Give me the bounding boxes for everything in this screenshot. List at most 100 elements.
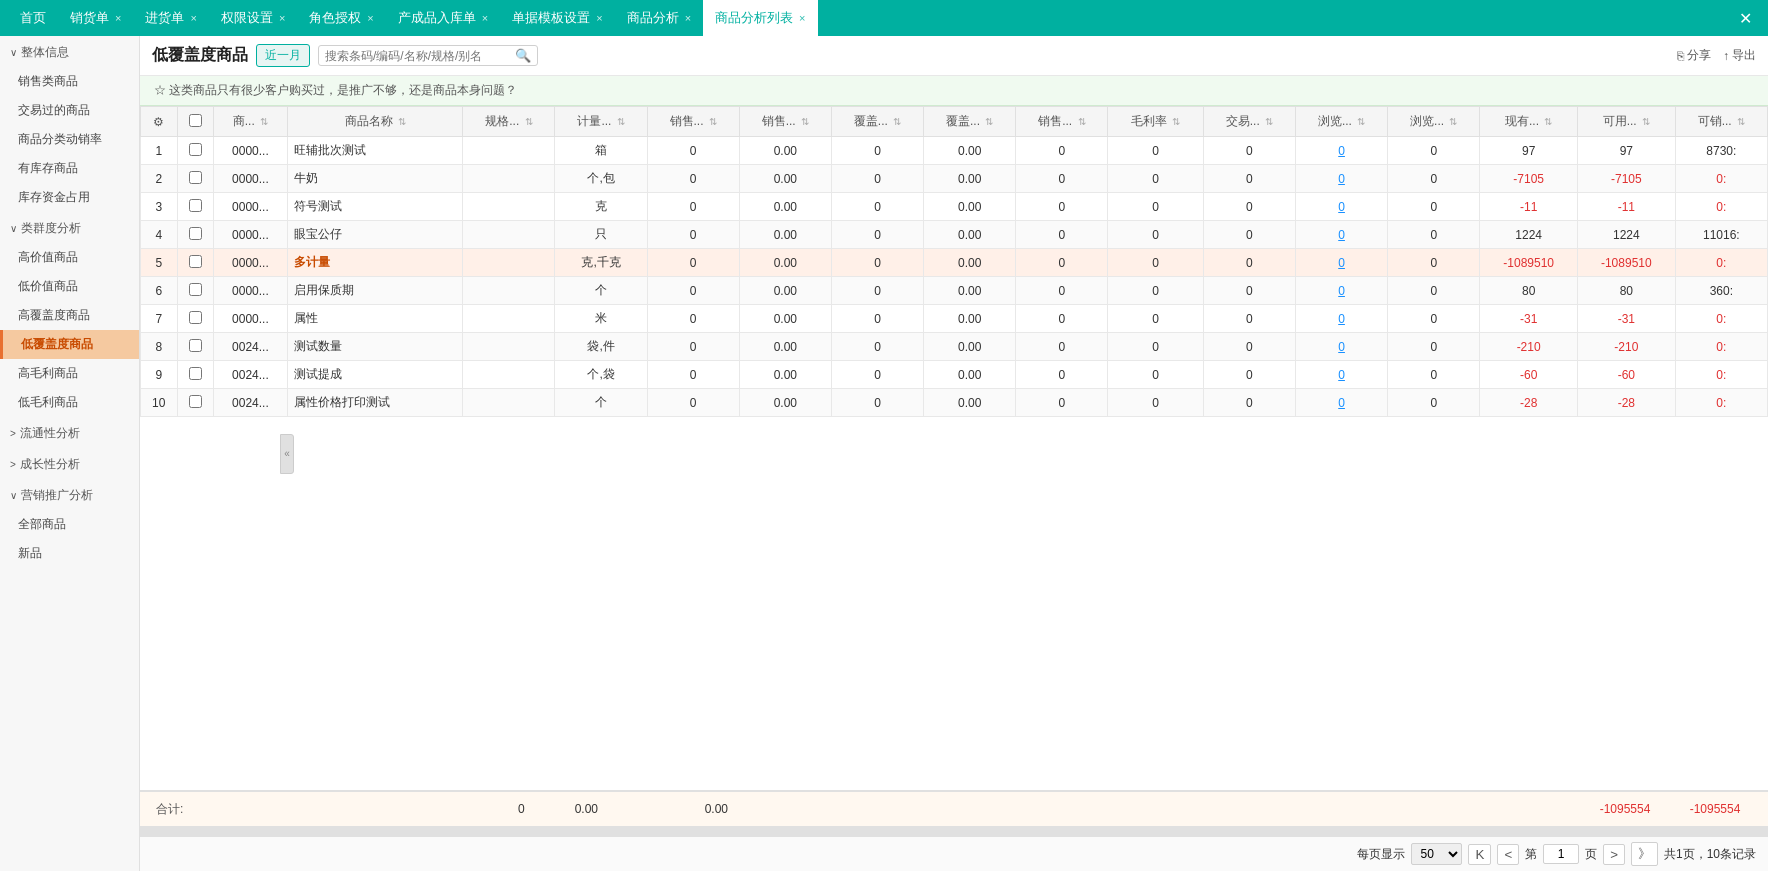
sidebar-item-all-goods[interactable]: 全部商品: [0, 510, 139, 539]
row-checkbox[interactable]: [189, 255, 202, 268]
cell-checkbox[interactable]: [177, 249, 213, 277]
page-number-input[interactable]: [1543, 844, 1579, 864]
row-checkbox[interactable]: [189, 227, 202, 240]
nav-template-settings[interactable]: 单据模板设置 ×: [500, 0, 614, 36]
th-code[interactable]: 商... ⇅: [213, 107, 288, 137]
page-title: 低覆盖度商品: [152, 45, 248, 66]
sidebar-section-circulation[interactable]: > 流通性分析: [0, 417, 139, 448]
sidebar-item-high-profit[interactable]: 高毛利商品: [0, 359, 139, 388]
close-icon[interactable]: ×: [685, 12, 691, 24]
cell-browse1[interactable]: 0: [1296, 361, 1388, 389]
sidebar-item-high-value[interactable]: 高价值商品: [0, 243, 139, 272]
next-page-button[interactable]: >: [1603, 844, 1625, 865]
cell-checkbox[interactable]: [177, 389, 213, 417]
th-sales3[interactable]: 销售... ⇅: [1016, 107, 1108, 137]
share-button[interactable]: ⎘ 分享: [1677, 47, 1711, 64]
cell-gross: 0: [1108, 249, 1203, 277]
cell-checkbox[interactable]: [177, 137, 213, 165]
row-checkbox[interactable]: [189, 143, 202, 156]
row-checkbox[interactable]: [189, 395, 202, 408]
th-spec[interactable]: 规格... ⇅: [463, 107, 555, 137]
window-close-button[interactable]: ✕: [1731, 9, 1760, 28]
nav-product-analysis-list[interactable]: 商品分析列表 ×: [703, 0, 817, 36]
cell-browse1[interactable]: 0: [1296, 165, 1388, 193]
period-button[interactable]: 近一月: [256, 44, 310, 67]
row-checkbox[interactable]: [189, 339, 202, 352]
close-icon[interactable]: ×: [482, 12, 488, 24]
select-all-checkbox[interactable]: [189, 114, 202, 127]
th-settings[interactable]: ⚙: [141, 107, 178, 137]
close-icon[interactable]: ×: [799, 12, 805, 24]
cell-browse1[interactable]: 0: [1296, 249, 1388, 277]
close-icon[interactable]: ×: [596, 12, 602, 24]
nav-permission-settings[interactable]: 权限设置 ×: [209, 0, 297, 36]
row-checkbox[interactable]: [189, 171, 202, 184]
th-unit[interactable]: 计量... ⇅: [555, 107, 647, 137]
sidebar-item-traded-goods[interactable]: 交易过的商品: [0, 96, 139, 125]
sidebar-item-inventory-capital[interactable]: 库存资金占用: [0, 183, 139, 212]
nav-purchase-order[interactable]: 进货单 ×: [133, 0, 208, 36]
sidebar-item-new-goods[interactable]: 新品: [0, 539, 139, 568]
first-page-button[interactable]: K: [1468, 844, 1491, 865]
prev-page-button[interactable]: <: [1497, 844, 1519, 865]
th-sales-amt[interactable]: 销售... ⇅: [739, 107, 831, 137]
cell-checkbox[interactable]: [177, 333, 213, 361]
nav-product-analysis[interactable]: 商品分析 ×: [615, 0, 703, 36]
nav-sales-order[interactable]: 销货单 ×: [58, 0, 133, 36]
cell-browse1[interactable]: 0: [1296, 333, 1388, 361]
cell-browse1[interactable]: 0: [1296, 277, 1388, 305]
cell-checkbox[interactable]: [177, 361, 213, 389]
cell-browse1[interactable]: 0: [1296, 389, 1388, 417]
row-checkbox[interactable]: [189, 311, 202, 324]
sidebar-collapse-button[interactable]: «: [280, 434, 294, 474]
sidebar-section-marketing[interactable]: ∨ 营销推广分析: [0, 479, 139, 510]
th-browse1[interactable]: 浏览... ⇅: [1296, 107, 1388, 137]
cell-browse1[interactable]: 0: [1296, 137, 1388, 165]
row-checkbox[interactable]: [189, 199, 202, 212]
sidebar-section-growth[interactable]: > 成长性分析: [0, 448, 139, 479]
th-checkbox[interactable]: [177, 107, 213, 137]
th-cover2[interactable]: 覆盖... ⇅: [924, 107, 1016, 137]
close-icon[interactable]: ×: [279, 12, 285, 24]
row-checkbox[interactable]: [189, 283, 202, 296]
th-cover1[interactable]: 覆盖... ⇅: [831, 107, 923, 137]
horizontal-scrollbar[interactable]: [140, 826, 1768, 836]
sidebar-item-inventory-goods[interactable]: 有库存商品: [0, 154, 139, 183]
sidebar-item-low-profit[interactable]: 低毛利商品: [0, 388, 139, 417]
th-trade[interactable]: 交易... ⇅: [1203, 107, 1295, 137]
th-saleable[interactable]: 可销... ⇅: [1675, 107, 1767, 137]
cell-checkbox[interactable]: [177, 221, 213, 249]
close-icon[interactable]: ×: [367, 12, 373, 24]
search-input[interactable]: [325, 49, 515, 63]
cell-checkbox[interactable]: [177, 193, 213, 221]
th-browse2[interactable]: 浏览... ⇅: [1388, 107, 1480, 137]
nav-product-inbound[interactable]: 产成品入库单 ×: [386, 0, 500, 36]
row-checkbox[interactable]: [189, 367, 202, 380]
cell-checkbox[interactable]: [177, 277, 213, 305]
sidebar-section-coverage[interactable]: ∨ 类群度分析: [0, 212, 139, 243]
th-sales-qty[interactable]: 销售... ⇅: [647, 107, 739, 137]
sidebar-item-category-turnover[interactable]: 商品分类动销率: [0, 125, 139, 154]
cell-checkbox[interactable]: [177, 165, 213, 193]
nav-home[interactable]: 首页: [8, 0, 58, 36]
th-current[interactable]: 现有... ⇅: [1480, 107, 1578, 137]
nav-role-auth[interactable]: 角色授权 ×: [297, 0, 385, 36]
th-available[interactable]: 可用... ⇅: [1577, 107, 1675, 137]
cell-sales3: 0: [1016, 389, 1108, 417]
page-size-select[interactable]: 50 10 20 100: [1411, 843, 1462, 865]
close-icon[interactable]: ×: [115, 12, 121, 24]
cell-browse1[interactable]: 0: [1296, 193, 1388, 221]
close-icon[interactable]: ×: [190, 12, 196, 24]
export-button[interactable]: ↑ 导出: [1723, 47, 1756, 64]
th-name[interactable]: 商品名称 ⇅: [288, 107, 463, 137]
cell-browse1[interactable]: 0: [1296, 305, 1388, 333]
sidebar-item-low-value[interactable]: 低价值商品: [0, 272, 139, 301]
sidebar-item-sales-goods[interactable]: 销售类商品: [0, 67, 139, 96]
th-gross[interactable]: 毛利率 ⇅: [1108, 107, 1203, 137]
cell-checkbox[interactable]: [177, 305, 213, 333]
sidebar-item-high-coverage[interactable]: 高覆盖度商品: [0, 301, 139, 330]
last-page-button[interactable]: 》: [1631, 842, 1658, 866]
sidebar-section-overall[interactable]: ∨ 整体信息: [0, 36, 139, 67]
sidebar-item-low-coverage[interactable]: 低覆盖度商品: [0, 330, 139, 359]
cell-browse1[interactable]: 0: [1296, 221, 1388, 249]
